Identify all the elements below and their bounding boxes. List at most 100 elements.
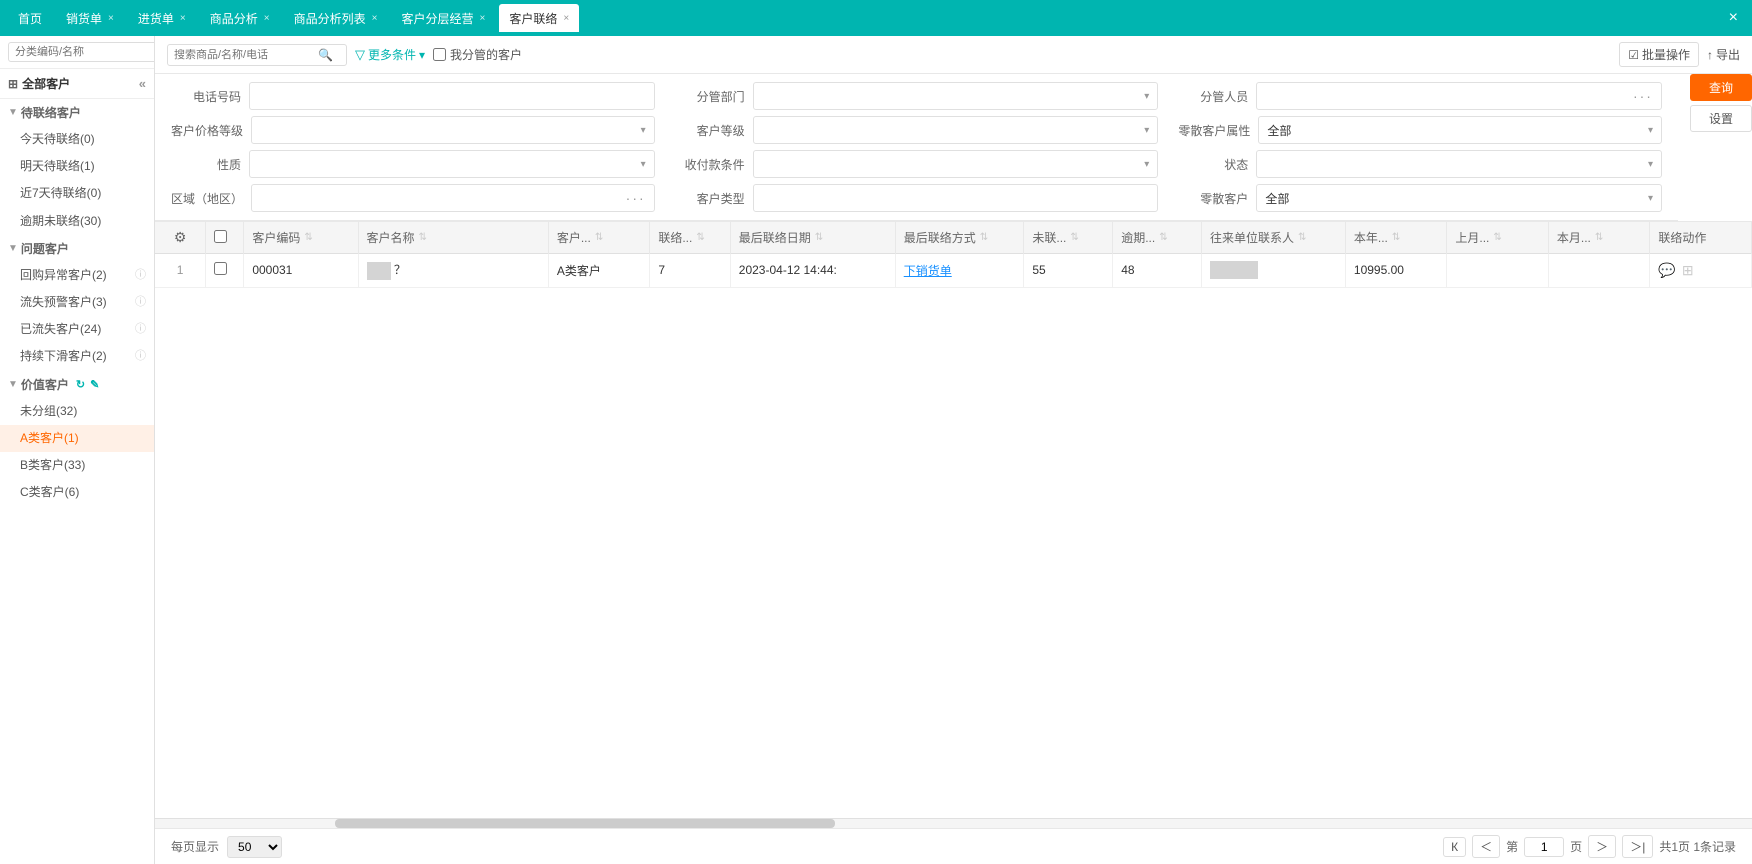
sidebar-item-churned-label: 已流失客户(24)	[20, 320, 135, 339]
horizontal-scrollbar[interactable]	[155, 818, 1752, 828]
sidebar-section-pending[interactable]: ▼ 待联络客户	[0, 99, 154, 126]
nav-customer-contact[interactable]: 客户联络 ×	[499, 4, 579, 32]
filter-phone-input[interactable]	[249, 82, 655, 110]
sidebar-item-churn-warning[interactable]: 流失预警客户(3) ⓘ	[0, 289, 154, 316]
td-overdue: 48	[1113, 254, 1202, 288]
export-button[interactable]: ↑ 导出	[1707, 46, 1740, 63]
filter-region-label: 区域（地区）	[171, 190, 243, 207]
filter-person-input[interactable]: ···	[1256, 82, 1662, 110]
next-page-btn[interactable]: ＞	[1588, 835, 1616, 858]
last-contact-method[interactable]: 下销货单	[904, 264, 952, 278]
sidebar-item-overdue[interactable]: 逾期未联络(30)	[0, 208, 154, 235]
nav-customer-contact-close[interactable]: ×	[563, 13, 569, 24]
sidebar-item-7days[interactable]: 近7天待联络(0)	[0, 180, 154, 207]
sidebar-item-tomorrow[interactable]: 明天待联络(1)	[0, 153, 154, 180]
th-name[interactable]: 客户名称 ⇅	[358, 222, 548, 254]
th-last-date-sort: ⇅	[815, 232, 823, 243]
my-customers-checkbox-area[interactable]: 我分管的客户	[433, 46, 522, 63]
nav-sales[interactable]: 销货单 ×	[56, 4, 124, 32]
th-overdue[interactable]: 逾期... ⇅	[1113, 222, 1202, 254]
sidebar-search-input[interactable]	[8, 42, 155, 62]
query-button[interactable]: 查询	[1690, 74, 1752, 101]
filter-customer-tier-input[interactable]: ▾	[753, 116, 1159, 144]
sidebar-item-class-c[interactable]: C类客户(6)	[0, 479, 154, 506]
my-customers-checkbox[interactable]	[433, 48, 446, 61]
nav-home[interactable]: 首页	[8, 4, 52, 32]
th-type[interactable]: 客户... ⇅	[548, 222, 650, 254]
th-uncontacted[interactable]: 未联... ⇅	[1024, 222, 1113, 254]
td-uncontacted: 55	[1024, 254, 1113, 288]
nav-product-list[interactable]: 商品分析列表 ×	[284, 4, 388, 32]
contact-person-block	[1210, 261, 1258, 279]
sidebar-header: ⊞ 全部客户 «	[0, 69, 154, 99]
row-checkbox[interactable]	[214, 262, 227, 275]
window-close-icon[interactable]: ×	[1723, 9, 1744, 27]
filter-region-input[interactable]: ···	[251, 184, 655, 212]
refresh-icon[interactable]: ↻	[76, 378, 85, 391]
sidebar-item-churn-warning-label: 流失预警客户(3)	[20, 293, 135, 312]
sidebar-item-class-a-label: A类客户(1)	[20, 429, 146, 448]
qr-icon[interactable]: ⊞	[1682, 262, 1694, 279]
nav-sales-close[interactable]: ×	[108, 13, 114, 24]
select-all-checkbox[interactable]	[214, 230, 227, 243]
nav-product-analysis-close[interactable]: ×	[264, 13, 270, 24]
filter-status-input[interactable]: ▾	[1256, 150, 1662, 178]
td-last-contact-method: 下销货单	[895, 254, 1024, 288]
filter-customer-type-input[interactable]	[753, 184, 1159, 212]
more-filters-btn[interactable]: ▽ 更多条件 ▾	[355, 46, 425, 63]
filter-search-icon[interactable]: 🔍	[318, 48, 333, 62]
page-number-input[interactable]	[1524, 837, 1564, 857]
td-this-month	[1548, 254, 1650, 288]
filter-retail-attr-input[interactable]: 全部 ▾	[1258, 116, 1662, 144]
filter-payment-input[interactable]: ▾	[753, 150, 1159, 178]
nav-customer-segmentation[interactable]: 客户分层经营 ×	[391, 4, 495, 32]
th-contact-person[interactable]: 往来单位联系人 ⇅	[1202, 222, 1346, 254]
page-size-select[interactable]: 50 100 200	[227, 836, 282, 858]
sidebar-section-problem[interactable]: ▼ 问题客户	[0, 235, 154, 262]
sidebar-item-class-b[interactable]: B类客户(33)	[0, 452, 154, 479]
nav-product-analysis[interactable]: 商品分析 ×	[200, 4, 280, 32]
chat-icon[interactable]: 💬	[1658, 262, 1675, 279]
filter-price-tier-input[interactable]: ▾	[251, 116, 655, 144]
action-buttons: 查询 设置	[1678, 74, 1752, 221]
settings-button[interactable]: 设置	[1690, 105, 1752, 132]
sidebar-item-churned[interactable]: 已流失客户(24) ⓘ	[0, 316, 154, 343]
sidebar-item-unclassified[interactable]: 未分组(32)	[0, 398, 154, 425]
info-icon-churn-warning: ⓘ	[135, 294, 146, 312]
sidebar-collapse-icon[interactable]: «	[139, 76, 146, 91]
info-icon-churned: ⓘ	[135, 321, 146, 339]
filter-nature-input[interactable]: ▾	[249, 150, 655, 178]
nav-product-list-close[interactable]: ×	[372, 13, 378, 24]
th-last-contact-date[interactable]: 最后联络日期 ⇅	[730, 222, 895, 254]
th-this-month[interactable]: 本月... ⇅	[1548, 222, 1650, 254]
filter-search-input[interactable]	[174, 49, 314, 61]
last-page-btn[interactable]: ＞|	[1622, 835, 1653, 858]
th-actions-label: 联络动作	[1658, 231, 1706, 245]
nav-customer-seg-close[interactable]: ×	[479, 13, 485, 24]
sidebar-item-declining[interactable]: 持续下滑客户(2) ⓘ	[0, 343, 154, 370]
th-last-contact-method[interactable]: 最后联络方式 ⇅	[895, 222, 1024, 254]
th-last-month[interactable]: 上月... ⇅	[1447, 222, 1549, 254]
sidebar-item-repurchase-anomaly[interactable]: 回购异常客户(2) ⓘ	[0, 262, 154, 289]
batch-op-button[interactable]: ☑ 批量操作	[1619, 42, 1699, 67]
edit-icon[interactable]: ✎	[90, 378, 99, 391]
filter-payment-label: 收付款条件	[675, 156, 745, 173]
filter-retail-customer-input[interactable]: 全部 ▾	[1256, 184, 1662, 212]
filter-person-dots: ···	[1633, 88, 1653, 104]
filter-dept-input[interactable]: ▾	[753, 82, 1159, 110]
sidebar-item-class-a[interactable]: A类客户(1)	[0, 425, 154, 452]
table-gear-icon[interactable]: ⚙	[174, 229, 187, 246]
right-content: 🔍 ▽ 更多条件 ▾ 我分管的客户 ☑ 批量操作 ↑ 导出	[155, 36, 1752, 864]
th-contact-count[interactable]: 联络... ⇅	[650, 222, 730, 254]
sidebar-section-value[interactable]: ▼ 价值客户 ↻ ✎	[0, 371, 154, 398]
th-type-label: 客户...	[557, 229, 591, 246]
td-checkbox[interactable]	[206, 254, 244, 288]
th-code[interactable]: 客户编码 ⇅	[244, 222, 358, 254]
nav-purchase[interactable]: 进货单 ×	[128, 4, 196, 32]
prev-page-btn[interactable]: ＜	[1472, 835, 1500, 858]
overdue-days: 48	[1121, 263, 1134, 277]
first-page-btn[interactable]: К	[1443, 837, 1466, 857]
nav-purchase-close[interactable]: ×	[180, 13, 186, 24]
th-this-year[interactable]: 本年... ⇅	[1345, 222, 1447, 254]
sidebar-item-today[interactable]: 今天待联络(0)	[0, 126, 154, 153]
